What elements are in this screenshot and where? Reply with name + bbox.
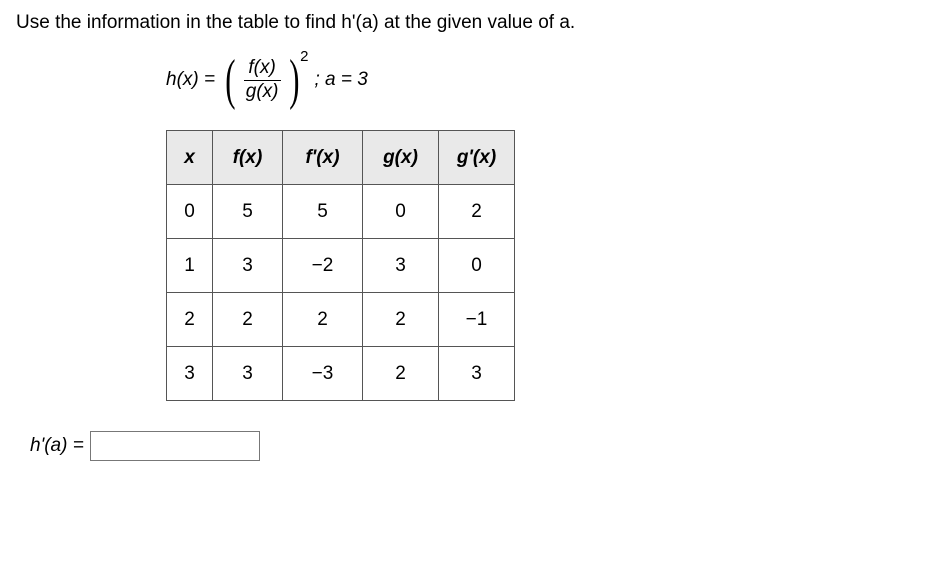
table-header-row: x f(x) f'(x) g(x) g'(x): [167, 131, 515, 185]
cell: 2: [363, 293, 439, 347]
prompt-text: Use the information in the table to find…: [16, 12, 575, 33]
cell: −2: [283, 239, 363, 293]
cell: 2: [363, 347, 439, 401]
fraction: f(x) g(x): [240, 57, 285, 104]
table-row: 2 2 2 2 −1: [167, 293, 515, 347]
cell: 0: [167, 185, 213, 239]
col-header-fpx: f'(x): [283, 131, 363, 185]
left-paren: (: [225, 52, 235, 108]
cell: 3: [213, 239, 283, 293]
cell: 0: [439, 239, 515, 293]
fraction-group: ( f(x) g(x) ) 2: [221, 52, 308, 108]
col-header-x: x: [167, 131, 213, 185]
cell: 2: [439, 185, 515, 239]
table-row: 0 5 5 0 2: [167, 185, 515, 239]
answer-label: h'(a) =: [30, 435, 84, 457]
right-paren: ): [289, 52, 299, 108]
col-header-gx: g(x): [363, 131, 439, 185]
cell: 3: [213, 347, 283, 401]
cell: 3: [363, 239, 439, 293]
answer-row: h'(a) =: [30, 431, 909, 461]
formula: h(x) = ( f(x) g(x) ) 2 ; a = 3: [166, 52, 909, 108]
cell: −3: [283, 347, 363, 401]
table-row: 3 3 −3 2 3: [167, 347, 515, 401]
fraction-numerator: f(x): [246, 58, 277, 80]
col-header-gpx: g'(x): [439, 131, 515, 185]
col-header-fx: f(x): [213, 131, 283, 185]
formula-lhs: h(x) =: [166, 69, 215, 91]
cell: 1: [167, 239, 213, 293]
answer-input[interactable]: [90, 431, 260, 461]
data-table-wrap: x f(x) f'(x) g(x) g'(x) 0 5 5 0 2 1 3 −2…: [166, 130, 909, 401]
formula-suffix: ; a = 3: [315, 69, 368, 91]
data-table: x f(x) f'(x) g(x) g'(x) 0 5 5 0 2 1 3 −2…: [166, 130, 515, 401]
cell: 2: [283, 293, 363, 347]
exponent: 2: [300, 48, 308, 65]
cell: 3: [439, 347, 515, 401]
cell: −1: [439, 293, 515, 347]
cell: 2: [167, 293, 213, 347]
cell: 5: [213, 185, 283, 239]
cell: 0: [363, 185, 439, 239]
problem-prompt: Use the information in the table to find…: [16, 12, 909, 34]
table-row: 1 3 −2 3 0: [167, 239, 515, 293]
cell: 2: [213, 293, 283, 347]
cell: 5: [283, 185, 363, 239]
fraction-denominator: g(x): [244, 80, 281, 103]
cell: 3: [167, 347, 213, 401]
